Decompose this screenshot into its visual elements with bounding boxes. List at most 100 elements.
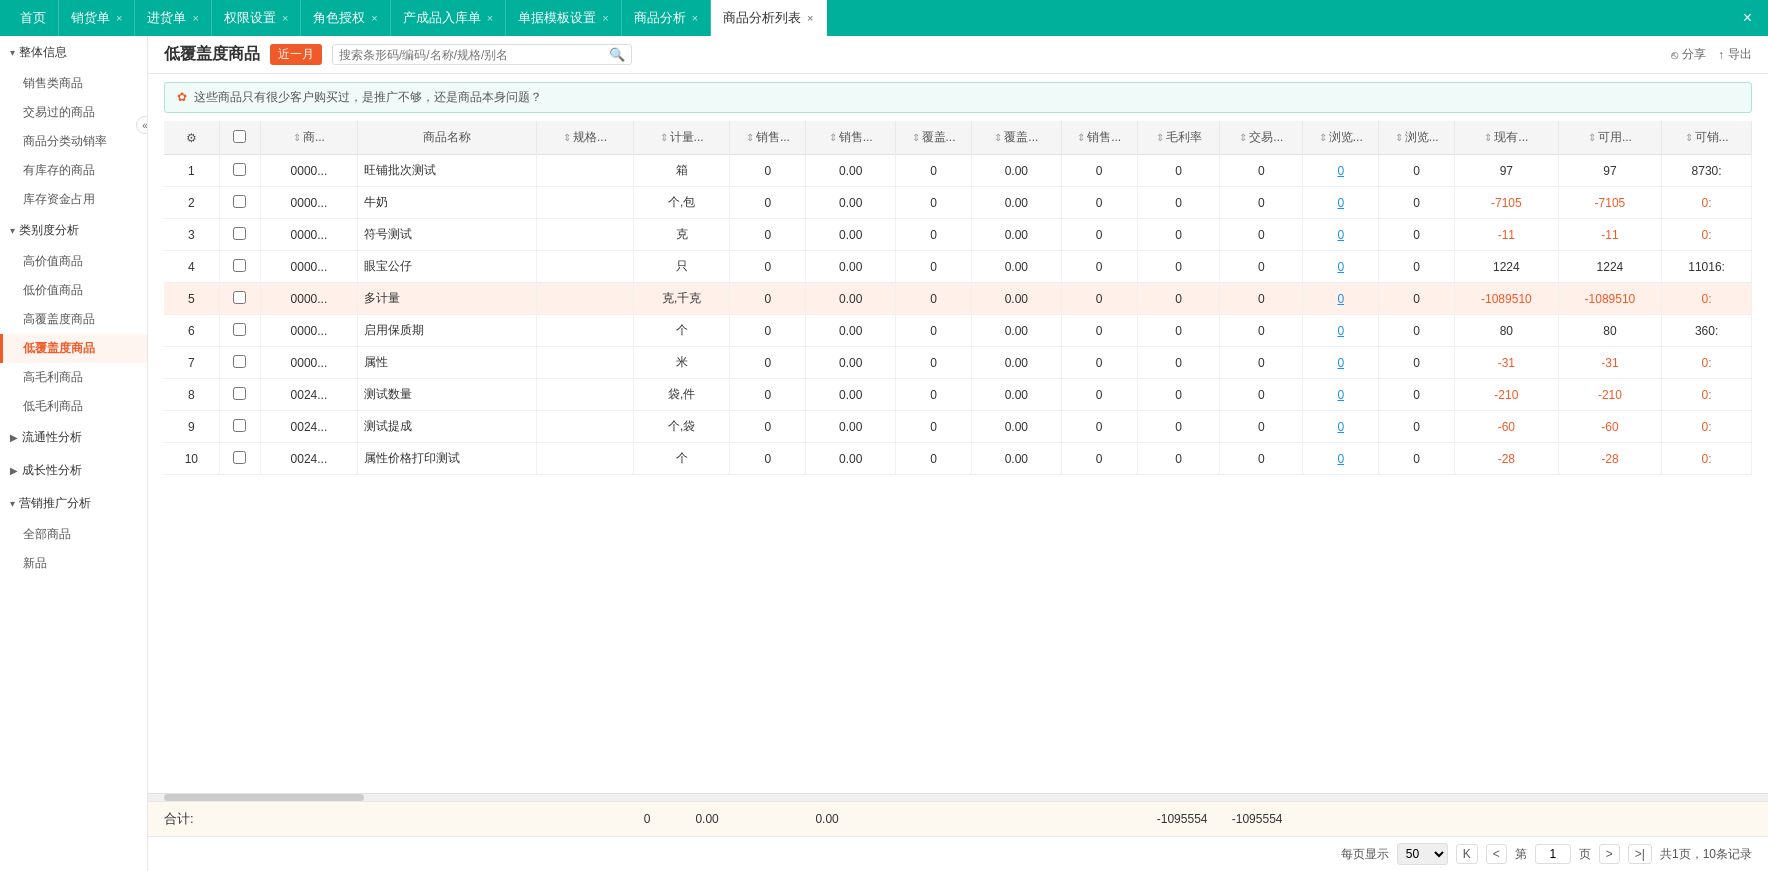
scrollbar-thumb[interactable]	[164, 794, 364, 801]
col-gross[interactable]: ⇕毛利率	[1137, 121, 1220, 155]
select-all-checkbox[interactable]	[233, 130, 246, 143]
col-sales-qty[interactable]: ⇕销售...	[730, 121, 806, 155]
row-view1[interactable]: 0	[1303, 155, 1379, 187]
row-check[interactable]	[219, 187, 260, 219]
row-view1[interactable]: 0	[1303, 411, 1379, 443]
row-stock2: -31	[1558, 347, 1662, 379]
row-view1[interactable]: 0	[1303, 347, 1379, 379]
row-view1[interactable]: 0	[1303, 443, 1379, 475]
first-page-button[interactable]: K	[1456, 844, 1478, 864]
row-check[interactable]	[219, 411, 260, 443]
col-name[interactable]: 商品名称	[357, 121, 536, 155]
row-check[interactable]	[219, 283, 260, 315]
col-unit[interactable]: ⇕计量...	[633, 121, 730, 155]
row-view1[interactable]: 0	[1303, 379, 1379, 411]
col-trade[interactable]: ⇕交易...	[1220, 121, 1303, 155]
time-filter-button[interactable]: 近一月	[270, 44, 322, 65]
row-view1[interactable]: 0	[1303, 187, 1379, 219]
row-check[interactable]	[219, 315, 260, 347]
row-check[interactable]	[219, 379, 260, 411]
close-icon[interactable]: ×	[116, 12, 122, 24]
sidebar-item-category-rate[interactable]: 商品分类动销率	[0, 127, 147, 156]
chevron-right-icon: ▶	[10, 432, 18, 443]
sidebar-item-low-value[interactable]: 低价值商品	[0, 276, 147, 305]
sidebar-group-circulation[interactable]: ▶ 流通性分析	[0, 421, 147, 454]
sidebar-collapse-button[interactable]: «	[136, 116, 148, 134]
nav-roles[interactable]: 角色授权 ×	[301, 0, 390, 36]
share-button[interactable]: ⎋ 分享	[1671, 46, 1706, 63]
search-box[interactable]: 🔍	[332, 44, 632, 65]
close-icon[interactable]: ×	[602, 12, 608, 24]
sidebar-item-high-coverage[interactable]: 高覆盖度商品	[0, 305, 147, 334]
row-code: 0000...	[261, 187, 358, 219]
sidebar-group-overall[interactable]: ▾ 整体信息	[0, 36, 147, 69]
col-settings[interactable]: ⚙	[164, 121, 219, 155]
row-check[interactable]	[219, 155, 260, 187]
sidebar-item-stocked-goods[interactable]: 有库存的商品	[0, 156, 147, 185]
row-check[interactable]	[219, 251, 260, 283]
close-icon[interactable]: ×	[371, 12, 377, 24]
prev-page-button[interactable]: <	[1486, 844, 1507, 864]
sidebar-group-category[interactable]: ▾ 类别度分析	[0, 214, 147, 247]
sidebar-item-high-margin[interactable]: 高毛利商品	[0, 363, 147, 392]
sidebar-item-new-goods[interactable]: 新品	[0, 549, 147, 578]
row-view1[interactable]: 0	[1303, 251, 1379, 283]
sidebar-item-low-coverage[interactable]: 低覆盖度商品	[0, 334, 147, 363]
row-stock2: -60	[1558, 411, 1662, 443]
row-view1[interactable]: 0	[1303, 283, 1379, 315]
nav-analysis[interactable]: 商品分析 ×	[622, 0, 711, 36]
col-cover1[interactable]: ⇕覆盖...	[896, 121, 972, 155]
nav-sales[interactable]: 销货单 ×	[59, 0, 135, 36]
nav-analysis-list[interactable]: 商品分析列表 ×	[711, 0, 826, 36]
table-header-row: ⚙ ⇕商... 商品名称 ⇕规格... ⇕计量... ⇕销售... ⇕销售...…	[164, 121, 1752, 155]
sidebar-item-traded-goods[interactable]: 交易过的商品	[0, 98, 147, 127]
row-trade: 0	[1220, 283, 1303, 315]
sidebar-item-stock-capital[interactable]: 库存资金占用	[0, 185, 147, 214]
page-input[interactable]	[1535, 844, 1571, 864]
col-check[interactable]	[219, 121, 260, 155]
col-spec[interactable]: ⇕规格...	[537, 121, 634, 155]
search-input[interactable]	[339, 48, 609, 62]
col-stock1[interactable]: ⇕现有...	[1455, 121, 1559, 155]
sidebar-item-all-goods[interactable]: 全部商品	[0, 520, 147, 549]
col-sales3[interactable]: ⇕销售...	[1061, 121, 1137, 155]
col-view1[interactable]: ⇕浏览...	[1303, 121, 1379, 155]
row-check[interactable]	[219, 443, 260, 475]
nav-template[interactable]: 单据模板设置 ×	[506, 0, 621, 36]
col-code[interactable]: ⇕商...	[261, 121, 358, 155]
horizontal-scrollbar[interactable]	[148, 793, 1768, 801]
sidebar-item-high-value[interactable]: 高价值商品	[0, 247, 147, 276]
col-stock3[interactable]: ⇕可销...	[1662, 121, 1752, 155]
nav-permissions[interactable]: 权限设置 ×	[212, 0, 301, 36]
row-sales-amt: 0.00	[806, 347, 896, 379]
row-gross: 0	[1137, 411, 1220, 443]
sidebar-group-marketing[interactable]: ▾ 营销推广分析	[0, 487, 147, 520]
close-icon[interactable]: ×	[487, 12, 493, 24]
close-all-button[interactable]: ×	[1735, 9, 1760, 27]
row-code: 0000...	[261, 155, 358, 187]
per-page-select[interactable]: 50 20 100	[1397, 843, 1448, 865]
row-check[interactable]	[219, 347, 260, 379]
export-button[interactable]: ↑ 导出	[1718, 46, 1752, 63]
close-icon[interactable]: ×	[192, 12, 198, 24]
col-stock2[interactable]: ⇕可用...	[1558, 121, 1662, 155]
row-view1[interactable]: 0	[1303, 315, 1379, 347]
sidebar-item-low-margin[interactable]: 低毛利商品	[0, 392, 147, 421]
close-icon[interactable]: ×	[692, 12, 698, 24]
last-page-button[interactable]: >|	[1628, 844, 1652, 864]
col-cover2[interactable]: ⇕覆盖...	[972, 121, 1062, 155]
nav-home[interactable]: 首页	[8, 0, 59, 36]
search-icon[interactable]: 🔍	[609, 47, 625, 62]
close-icon[interactable]: ×	[807, 12, 813, 24]
col-sales-amt[interactable]: ⇕销售...	[806, 121, 896, 155]
row-view1[interactable]: 0	[1303, 219, 1379, 251]
row-check[interactable]	[219, 219, 260, 251]
close-icon[interactable]: ×	[282, 12, 288, 24]
next-page-button[interactable]: >	[1599, 844, 1620, 864]
sidebar-item-sales-goods[interactable]: 销售类商品	[0, 69, 147, 98]
col-view2[interactable]: ⇕浏览...	[1379, 121, 1455, 155]
data-table-wrapper[interactable]: ⚙ ⇕商... 商品名称 ⇕规格... ⇕计量... ⇕销售... ⇕销售...…	[148, 121, 1768, 793]
nav-purchase[interactable]: 进货单 ×	[135, 0, 211, 36]
sidebar-group-growth[interactable]: ▶ 成长性分析	[0, 454, 147, 487]
nav-inventory[interactable]: 产成品入库单 ×	[391, 0, 506, 36]
